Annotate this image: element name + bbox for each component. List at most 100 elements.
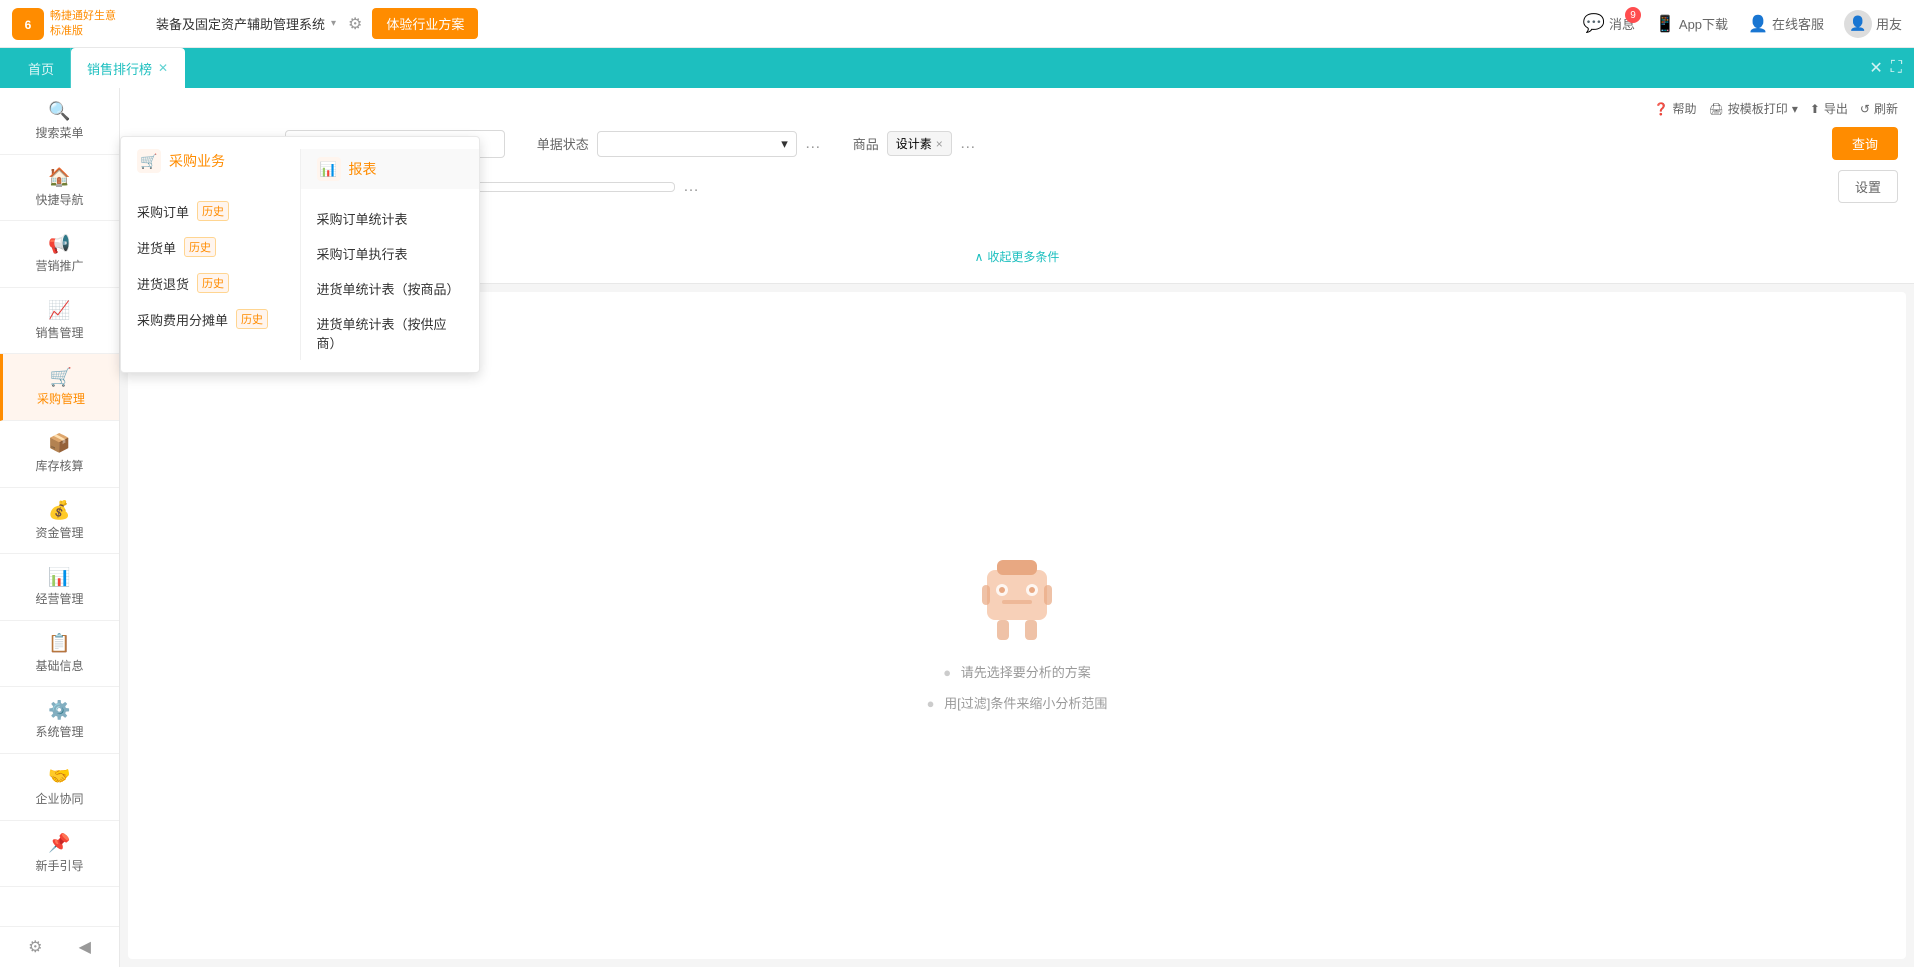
purchase-business-col: 🛒 采购业务 采购订单 历史 进货单 历史 进货退货 历史 采购费用分摊单 [121, 149, 300, 360]
salesperson-select[interactable] [475, 182, 675, 192]
sidebar-label-purchase: 采购管理 [37, 392, 85, 408]
sidebar-item-search[interactable]: 🔍 搜索菜单 [0, 88, 119, 155]
menu-item-purchase-order[interactable]: 采购订单 历史 [137, 193, 284, 229]
menu-item-inbound[interactable]: 进货单 历史 [137, 229, 284, 265]
product-tag-text: 设计素 [896, 135, 932, 152]
salesperson-more-icon[interactable]: … [683, 178, 699, 196]
marketing-icon: 📢 [49, 233, 71, 255]
product-tag: 设计素 × [887, 131, 952, 156]
sidebar-item-inventory[interactable]: 📦 库存核算 [0, 421, 119, 488]
gear-icon[interactable]: ⚙ [348, 14, 362, 34]
print-label: 按模板打印 [1728, 100, 1788, 117]
inbound-stats-product-label: 进货单统计表（按商品） [317, 279, 460, 298]
order-exec-label: 采购订单执行表 [317, 244, 408, 263]
sidebar-label-operations: 经营管理 [35, 592, 83, 608]
print-chevron: ▾ [1792, 102, 1798, 116]
doc-status-more-icon[interactable]: … [805, 135, 821, 153]
sidebar-label-quick-nav: 快捷导航 [35, 193, 83, 209]
tab-bar-actions: ✕ ⛶ [1869, 58, 1902, 78]
export-btn[interactable]: ⬆ 导出 [1810, 100, 1848, 117]
order-stats-label: 采购订单统计表 [317, 209, 408, 228]
system-name: 装备及固定资产辅助管理系统 [156, 14, 325, 33]
history-badge: 历史 [197, 201, 229, 221]
online-service-label: 在线客服 [1772, 14, 1824, 33]
inbound-label: 进货单 [137, 238, 176, 257]
sidebar-item-quick-nav[interactable]: 🏠 快捷导航 [0, 155, 119, 222]
top-header: 6 畅捷通好生意 标准版 装备及固定资产辅助管理系统 ▾ ⚙ 体验行业方案 💬 … [0, 0, 1914, 48]
message-icon: 💬 [1583, 13, 1605, 34]
purchase-col-icon: 🛒 [137, 149, 161, 173]
finance-icon: 💰 [49, 500, 71, 522]
system-selector[interactable]: 装备及固定资产辅助管理系统 ▾ [148, 10, 344, 37]
report-col-header: 📊 报表 [301, 149, 480, 189]
sidebar: 🔍 搜索菜单 🏠 快捷导航 📢 营销推广 📈 销售管理 🛒 采购管理 📦 库存核… [0, 88, 120, 967]
sidebar-collapse-btn[interactable]: ◀ [79, 937, 91, 957]
logo-text: 畅捷通好生意 标准版 [50, 9, 116, 38]
system-icon: ⚙️ [49, 699, 71, 721]
settings-button[interactable]: 设置 [1838, 170, 1898, 203]
product-more-icon[interactable]: … [960, 135, 976, 153]
purchase-icon: 🛒 [50, 366, 72, 388]
doc-status-field: 单据状态 ▾ … [537, 131, 821, 157]
guide-icon: 📌 [49, 833, 71, 855]
sidebar-item-marketing[interactable]: 📢 营销推广 [0, 221, 119, 288]
inventory-icon: 📦 [49, 433, 71, 455]
chevron-down-icon: ▾ [331, 18, 336, 29]
sidebar-settings-btn[interactable]: ⚙ [28, 937, 42, 957]
menu-item-inbound-stats-product[interactable]: 进货单统计表（按商品） [317, 271, 464, 306]
expand-icon[interactable]: ⛶ [1891, 59, 1902, 77]
history-badge-4: 历史 [236, 309, 268, 329]
empty-state: ● 请先选择要分析的方案 ● 用[过滤]条件来缩小分析范围 [128, 292, 1906, 959]
doc-status-expand-icon: ▾ [781, 136, 788, 152]
message-badge: 9 [1625, 7, 1641, 23]
doc-status-select[interactable]: ▾ [597, 131, 797, 157]
sidebar-label-basic-info: 基础信息 [35, 659, 83, 675]
tab-sales-ranking[interactable]: 销售排行榜 ✕ [71, 48, 185, 88]
history-badge-3: 历史 [197, 273, 229, 293]
menu-item-order-stats[interactable]: 采购订单统计表 [317, 201, 464, 236]
report-col-title: 报表 [349, 159, 377, 179]
menu-item-order-exec[interactable]: 采购订单执行表 [317, 236, 464, 271]
tab-bar: 首页 销售排行榜 ✕ ✕ ⛶ [0, 48, 1914, 88]
app-download-action[interactable]: 📱 App下载 [1655, 14, 1728, 34]
sidebar-item-guide[interactable]: 📌 新手引导 [0, 821, 119, 888]
sidebar-item-basic-info[interactable]: 📋 基础信息 [0, 621, 119, 688]
menu-item-inbound-stats-supplier[interactable]: 进货单统计表（按供应商） [317, 306, 464, 360]
collapse-label: 收起更多条件 [987, 248, 1059, 265]
sidebar-item-purchase[interactable]: 🛒 采购管理 [0, 354, 119, 421]
export-label: 导出 [1824, 100, 1848, 117]
svg-text:6: 6 [25, 18, 32, 32]
menu-item-expense[interactable]: 采购费用分摊单 历史 [137, 301, 284, 337]
sidebar-item-system[interactable]: ⚙️ 系统管理 [0, 687, 119, 754]
collapse-chevron-icon: ∧ [975, 250, 984, 264]
search-button[interactable]: 查询 [1832, 127, 1898, 160]
industry-button[interactable]: 体验行业方案 [372, 8, 478, 39]
print-btn[interactable]: 🖨 按模板打印 ▾ [1709, 100, 1798, 117]
refresh-btn[interactable]: ↺ 刷新 [1860, 100, 1898, 117]
close-all-tabs-icon[interactable]: ✕ [1869, 58, 1882, 78]
app-logo: 6 [12, 8, 44, 40]
help-icon: ❓ [1654, 102, 1669, 116]
tab-home[interactable]: 首页 [12, 48, 71, 88]
help-label: 帮助 [1673, 100, 1697, 117]
sidebar-label-guide: 新手引导 [35, 859, 83, 875]
sidebar-item-sales[interactable]: 📈 销售管理 [0, 288, 119, 355]
purchase-dropdown-menu: 🛒 采购业务 采购订单 历史 进货单 历史 进货退货 历史 采购费用分摊单 [120, 136, 480, 373]
online-service-action[interactable]: 👤 在线客服 [1748, 14, 1824, 34]
logo-area: 6 畅捷通好生意 标准版 [12, 8, 132, 40]
sidebar-bottom: ⚙ ◀ [0, 926, 119, 967]
help-btn[interactable]: ❓ 帮助 [1654, 100, 1697, 117]
phone-icon: 📱 [1655, 14, 1675, 34]
product-tag-remove[interactable]: × [936, 137, 943, 151]
user-label: 用友 [1876, 14, 1902, 33]
user-action[interactable]: 👤 用友 [1844, 10, 1902, 38]
sidebar-item-enterprise[interactable]: 🤝 企业协同 [0, 754, 119, 821]
tab-home-label: 首页 [28, 59, 54, 78]
purchase-col-title: 采购业务 [169, 151, 225, 171]
sidebar-item-finance[interactable]: 💰 资金管理 [0, 488, 119, 555]
menu-item-return[interactable]: 进货退货 历史 [137, 265, 284, 301]
tab-close-icon[interactable]: ✕ [158, 61, 168, 75]
enterprise-icon: 🤝 [49, 766, 71, 788]
sidebar-item-operations[interactable]: 📊 经营管理 [0, 554, 119, 621]
message-action[interactable]: 💬 9 消息 [1583, 13, 1635, 34]
